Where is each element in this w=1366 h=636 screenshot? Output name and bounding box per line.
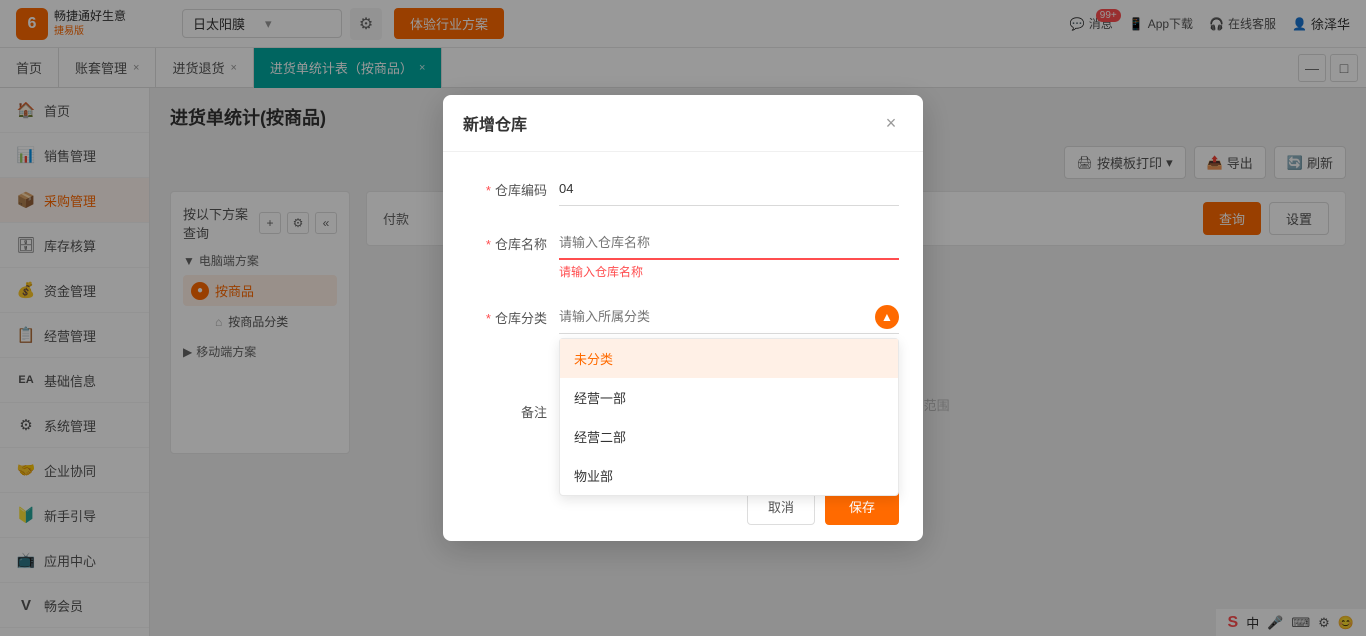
category-dropdown-toggle[interactable]: ▲ xyxy=(875,305,899,329)
dropdown-item-property[interactable]: 物业部 xyxy=(560,456,898,495)
category-dropdown: 未分类 经营一部 经营二部 物业部 xyxy=(559,338,899,496)
code-control xyxy=(559,172,899,206)
dialog-title: 新增仓库 xyxy=(463,111,527,135)
code-label: 仓库编码 xyxy=(467,172,547,199)
dialog-close-button[interactable]: × xyxy=(879,111,903,135)
dialog-body: 仓库编码 仓库名称 请输入仓库名称 仓库分类 ▲ xyxy=(443,152,923,476)
category-input[interactable] xyxy=(559,300,899,334)
modal-overlay: 新增仓库 × 仓库编码 仓库名称 请输入仓库名称 仓库分类 xyxy=(0,0,1366,636)
code-input[interactable] xyxy=(559,172,899,206)
remark-label: 备注 xyxy=(467,394,547,421)
dropdown-item-dept1[interactable]: 经营一部 xyxy=(560,378,898,417)
name-input[interactable] xyxy=(559,226,899,260)
form-row-name: 仓库名称 请输入仓库名称 xyxy=(467,226,899,280)
form-row-code: 仓库编码 xyxy=(467,172,899,206)
name-control: 请输入仓库名称 xyxy=(559,226,899,280)
new-warehouse-dialog: 新增仓库 × 仓库编码 仓库名称 请输入仓库名称 仓库分类 xyxy=(443,95,923,541)
name-error-message: 请输入仓库名称 xyxy=(559,263,899,280)
form-row-category: 仓库分类 ▲ 未分类 经营一部 经营二部 物业部 xyxy=(467,300,899,334)
dropdown-item-uncategorized[interactable]: 未分类 xyxy=(560,339,898,378)
name-label: 仓库名称 xyxy=(467,226,547,253)
dialog-header: 新增仓库 × xyxy=(443,95,923,152)
dropdown-item-dept2[interactable]: 经营二部 xyxy=(560,417,898,456)
category-control: ▲ 未分类 经营一部 经营二部 物业部 xyxy=(559,300,899,334)
category-label: 仓库分类 xyxy=(467,300,547,327)
